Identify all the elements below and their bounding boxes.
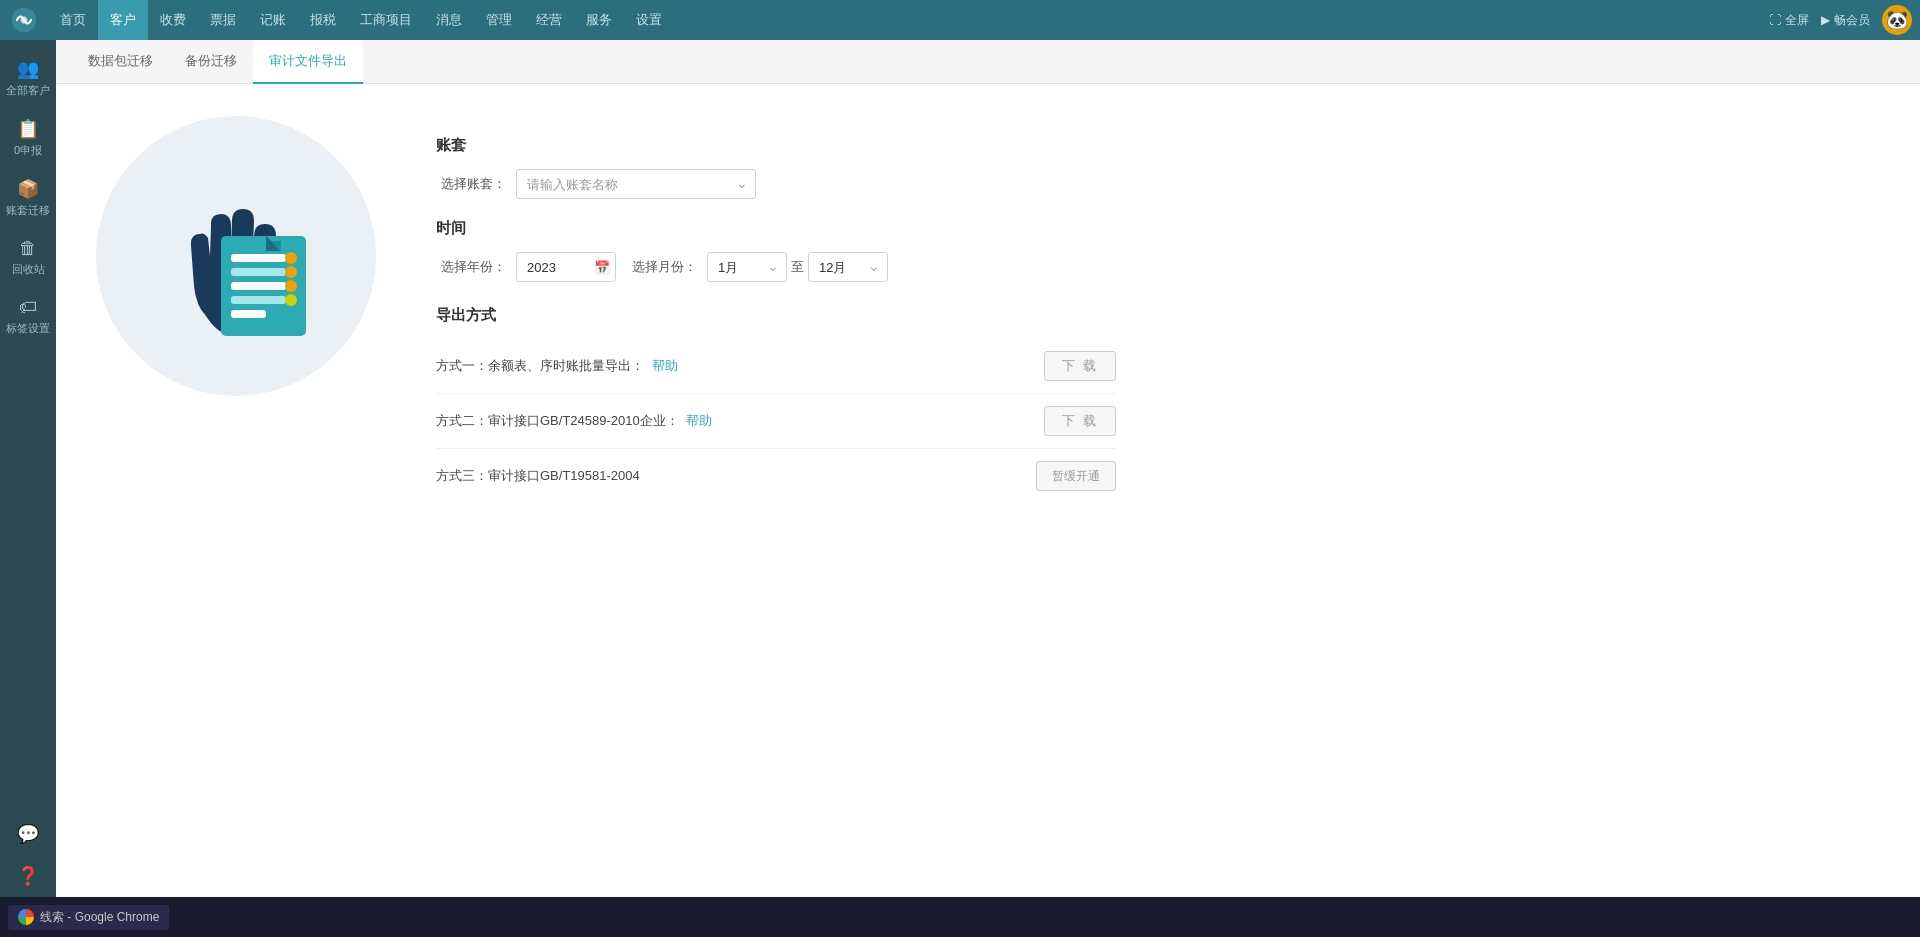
time-row: 选择年份： 📅 选择月份： 1月2月3月4月 5月6月7月8月 9月10月11月… (436, 252, 1116, 282)
tag-settings-icon: 🏷 (19, 297, 37, 318)
member-icon: ▶ (1821, 13, 1830, 27)
help-icon: ❓ (17, 865, 39, 887)
nav-settings[interactable]: 设置 (624, 0, 674, 40)
nav-bookkeeping[interactable]: 记账 (248, 0, 298, 40)
export-method-1-help[interactable]: 帮助 (652, 358, 678, 373)
form-area: 账套 选择账套： 请输入账套名称 时间 选择年份： (436, 116, 1116, 503)
nav-items: 首页 客户 收费 票据 记账 报税 工商项目 消息 管理 经营 服务 设置 (48, 0, 1769, 40)
zero-declare-icon: 📋 (17, 118, 39, 140)
sidebar-item-label: 全部客户 (6, 83, 50, 98)
export-method-1: 方式一：余额表、序时账批量导出： 帮助 下 载 (436, 339, 1116, 394)
sidebar: 👥 全部客户 📋 0申报 📦 账套迁移 🗑 回收站 🏷 标签设置 💬 ❓ (0, 40, 56, 897)
svg-point-1 (21, 17, 28, 24)
sidebar-item-account-migration[interactable]: 📦 账套迁移 (0, 168, 56, 228)
svg-rect-4 (231, 268, 286, 276)
content-area: 数据包迁移 备份迁移 审计文件导出 (56, 40, 1920, 897)
main-layout: 👥 全部客户 📋 0申报 📦 账套迁移 🗑 回收站 🏷 标签设置 💬 ❓ (0, 40, 1920, 897)
page-content: 账套 选择账套： 请输入账套名称 时间 选择年份： (56, 84, 1920, 897)
svg-rect-3 (231, 254, 286, 262)
time-section: 时间 (436, 219, 1116, 238)
recycle-bin-icon: 🗑 (19, 238, 37, 259)
sidebar-item-tag-settings[interactable]: 🏷 标签设置 (0, 287, 56, 346)
month-label: 选择月份： (632, 258, 697, 276)
nav-invoice[interactable]: 票据 (198, 0, 248, 40)
export-method-3-coming-soon-btn[interactable]: 暂缓开通 (1036, 461, 1116, 491)
year-input[interactable] (516, 252, 616, 282)
nav-manage[interactable]: 管理 (474, 0, 524, 40)
nav-operation[interactable]: 经营 (524, 0, 574, 40)
fullscreen-btn[interactable]: ⛶ 全屏 (1769, 12, 1809, 29)
sidebar-item-zero-declare[interactable]: 📋 0申报 (0, 108, 56, 168)
time-section-title: 时间 (436, 219, 1116, 238)
month-start-select[interactable]: 1月2月3月4月 5月6月7月8月 9月10月11月12月 (707, 252, 787, 282)
sidebar-item-recycle-bin[interactable]: 🗑 回收站 (0, 228, 56, 287)
account-migration-icon: 📦 (17, 178, 39, 200)
year-label: 选择年份： (436, 258, 506, 276)
sidebar-bottom: 💬 ❓ (0, 813, 56, 897)
export-method-2-download-btn[interactable]: 下 载 (1044, 406, 1116, 436)
sidebar-item-help[interactable]: ❓ (0, 855, 56, 897)
sidebar-item-label: 标签设置 (6, 321, 50, 336)
account-section-title: 账套 (436, 136, 1116, 155)
fullscreen-label: 全屏 (1785, 12, 1809, 29)
taskbar: 线索 - Google Chrome (0, 897, 1920, 937)
tab-backup-migration[interactable]: 备份迁移 (169, 40, 253, 84)
sidebar-item-label: 回收站 (12, 262, 45, 277)
nav-message[interactable]: 消息 (424, 0, 474, 40)
svg-point-9 (285, 266, 297, 278)
svg-rect-5 (231, 282, 286, 290)
user-avatar[interactable]: 🐼 (1882, 5, 1912, 35)
svg-point-10 (285, 280, 297, 292)
svg-point-8 (285, 252, 297, 264)
export-method-1-download-btn[interactable]: 下 载 (1044, 351, 1116, 381)
account-label: 选择账套： (436, 175, 506, 193)
nav-customer[interactable]: 客户 (98, 0, 148, 40)
svg-point-11 (285, 294, 297, 306)
export-method-3-label: 方式三：审计接口GB/T19581-2004 (436, 467, 1036, 485)
tab-bar: 数据包迁移 备份迁移 审计文件导出 (56, 40, 1920, 84)
svg-rect-6 (231, 296, 286, 304)
chrome-icon (18, 909, 34, 925)
chat-icon: 💬 (17, 823, 39, 845)
sidebar-item-chat[interactable]: 💬 (0, 813, 56, 855)
tab-audit-export[interactable]: 审计文件导出 (253, 40, 363, 84)
app-logo (8, 4, 40, 36)
export-method-2: 方式二：审计接口GB/T24589-2010企业： 帮助 下 载 (436, 394, 1116, 449)
export-method-2-help[interactable]: 帮助 (686, 413, 712, 428)
nav-fee[interactable]: 收费 (148, 0, 198, 40)
taskbar-chrome[interactable]: 线索 - Google Chrome (8, 905, 169, 930)
fullscreen-icon: ⛶ (1769, 13, 1781, 27)
top-nav-right: ⛶ 全屏 ▶ 畅会员 🐼 (1769, 5, 1912, 35)
nav-home[interactable]: 首页 (48, 0, 98, 40)
member-label: 畅会员 (1834, 12, 1870, 29)
sidebar-item-label: 账套迁移 (6, 203, 50, 218)
export-method-2-label: 方式二：审计接口GB/T24589-2010企业： 帮助 (436, 412, 1044, 430)
month-end-wrap: 1月2月3月4月 5月6月7月8月 9月10月11月12月 (808, 252, 888, 282)
month-end-select[interactable]: 1月2月3月4月 5月6月7月8月 9月10月11月12月 (808, 252, 888, 282)
export-method-1-label: 方式一：余额表、序时账批量导出： 帮助 (436, 357, 1044, 375)
export-section-title: 导出方式 (436, 306, 1116, 325)
sidebar-item-label: 0申报 (14, 143, 42, 158)
account-row: 选择账套： 请输入账套名称 (436, 169, 1116, 199)
nav-tax[interactable]: 报税 (298, 0, 348, 40)
account-select-wrap: 请输入账套名称 (516, 169, 756, 199)
illustration (96, 116, 376, 396)
month-start-wrap: 1月2月3月4月 5月6月7月8月 9月10月11月12月 (707, 252, 787, 282)
tab-data-migration[interactable]: 数据包迁移 (72, 40, 169, 84)
nav-bizproject[interactable]: 工商项目 (348, 0, 424, 40)
taskbar-chrome-label: 线索 - Google Chrome (40, 909, 159, 926)
year-input-wrap: 📅 (516, 252, 616, 282)
to-label: 至 (787, 258, 808, 276)
sidebar-item-all-customers[interactable]: 👥 全部客户 (0, 48, 56, 108)
member-btn[interactable]: ▶ 畅会员 (1821, 12, 1870, 29)
nav-service[interactable]: 服务 (574, 0, 624, 40)
top-nav: 首页 客户 收费 票据 记账 报税 工商项目 消息 管理 经营 服务 设置 ⛶ … (0, 0, 1920, 40)
svg-rect-7 (231, 310, 266, 318)
export-method-3: 方式三：审计接口GB/T19581-2004 暂缓开通 (436, 449, 1116, 503)
all-customers-icon: 👥 (17, 58, 39, 80)
account-select[interactable]: 请输入账套名称 (516, 169, 756, 199)
export-section: 导出方式 方式一：余额表、序时账批量导出： 帮助 下 载 方式二：审计接口GB/… (436, 306, 1116, 503)
